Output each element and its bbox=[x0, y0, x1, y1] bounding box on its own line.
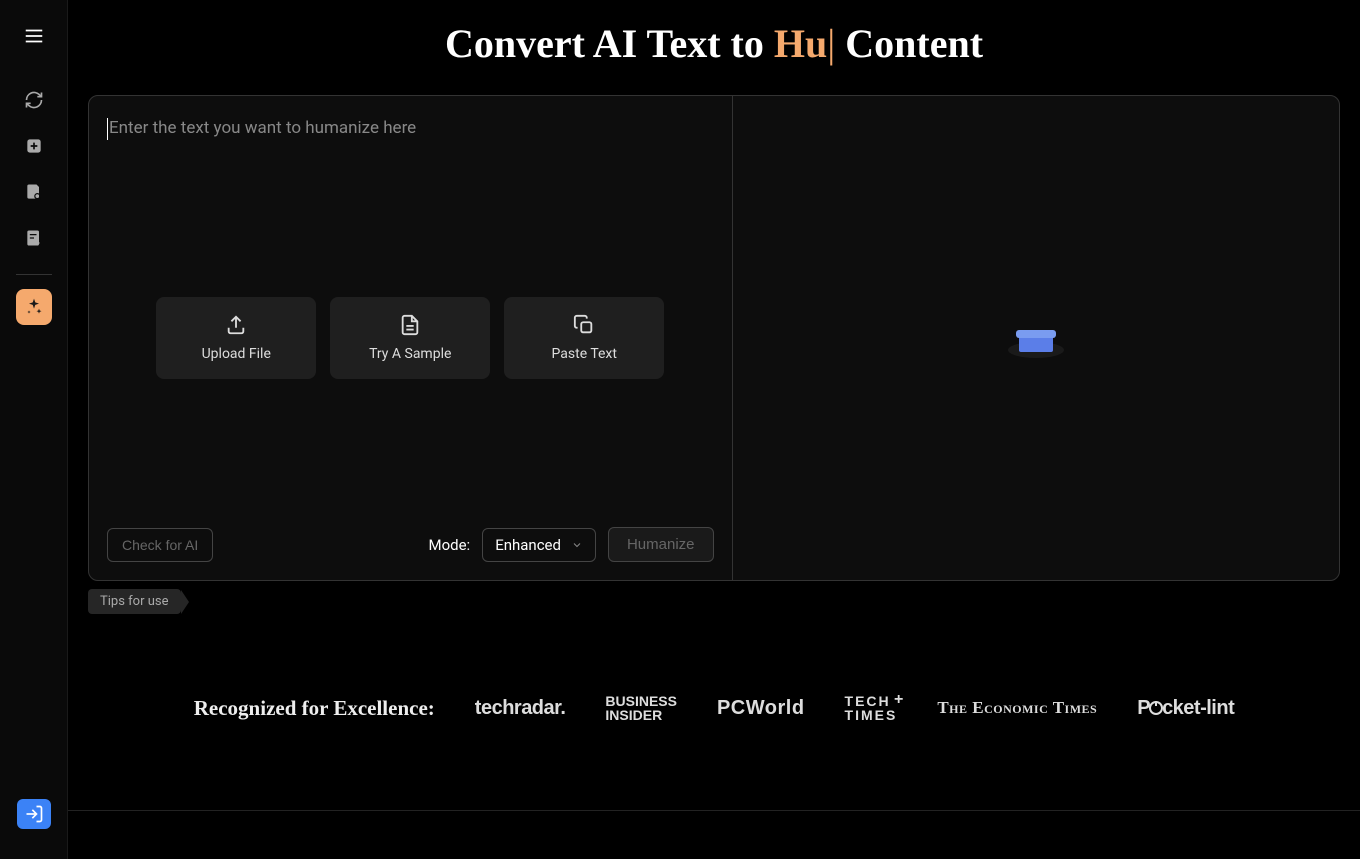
recognized-label: Recognized for Excellence: bbox=[194, 696, 435, 721]
input-panel[interactable]: Enter the text you want to humanize here… bbox=[89, 96, 733, 580]
main-content: Convert AI Text to Hu| Content Enter the… bbox=[68, 0, 1360, 859]
conversion-panels: Enter the text you want to humanize here… bbox=[88, 95, 1340, 581]
mode-select[interactable]: Enhanced bbox=[482, 528, 596, 562]
sidebar-nav-create[interactable] bbox=[16, 128, 52, 164]
output-panel bbox=[733, 96, 1340, 580]
mode-selected-value: Enhanced bbox=[495, 536, 561, 554]
check-ai-button[interactable]: Check for AI bbox=[107, 528, 213, 562]
sparkle-icon bbox=[24, 297, 44, 317]
login-icon bbox=[24, 804, 44, 824]
refresh-icon bbox=[24, 90, 44, 110]
sidebar-divider bbox=[16, 274, 52, 275]
text-cursor bbox=[107, 118, 108, 140]
input-panel-footer: Check for AI Mode: Enhanced Humanize bbox=[107, 527, 714, 562]
empty-state-illustration bbox=[1006, 318, 1066, 358]
document-search-icon bbox=[24, 182, 44, 202]
bottom-divider bbox=[68, 810, 1360, 811]
sidebar-nav-rewrite[interactable] bbox=[16, 82, 52, 118]
mode-label: Mode: bbox=[428, 536, 470, 554]
plus-square-icon bbox=[24, 136, 44, 156]
power-icon bbox=[1149, 701, 1163, 715]
title-prefix: Convert AI Text to bbox=[445, 21, 774, 66]
page-title: Convert AI Text to Hu| Content bbox=[68, 20, 1360, 67]
paste-label: Paste Text bbox=[552, 346, 617, 362]
hamburger-icon bbox=[23, 25, 45, 47]
chevron-down-icon bbox=[571, 539, 583, 551]
copy-icon bbox=[573, 314, 595, 336]
brand-techtimes: TECH+TIMES bbox=[845, 694, 898, 722]
brand-business-insider: BUSINESSINSIDER bbox=[605, 694, 677, 722]
sidebar-nav-summarize[interactable] bbox=[16, 220, 52, 256]
paste-text-button[interactable]: Paste Text bbox=[504, 297, 664, 379]
sidebar-nav-humanize[interactable] bbox=[16, 289, 52, 325]
upload-file-button[interactable]: Upload File bbox=[156, 297, 316, 379]
document-icon bbox=[399, 314, 421, 336]
sidebar-nav-detect[interactable] bbox=[16, 174, 52, 210]
sample-label: Try A Sample bbox=[369, 346, 451, 362]
recognized-section: Recognized for Excellence: techradar. BU… bbox=[68, 694, 1360, 722]
brand-pcworld: PCWorld bbox=[717, 697, 805, 720]
brand-economic-times: The Economic Times bbox=[937, 698, 1097, 718]
login-button[interactable] bbox=[17, 799, 51, 829]
brand-pocketlint: Pcket-lint bbox=[1137, 697, 1234, 720]
sidebar bbox=[0, 0, 68, 859]
title-suffix: Content bbox=[835, 21, 983, 66]
try-sample-button[interactable]: Try A Sample bbox=[330, 297, 490, 379]
upload-label: Upload File bbox=[202, 346, 271, 362]
input-action-cards: Upload File Try A Sample Paste Text bbox=[156, 297, 664, 379]
upload-icon bbox=[225, 314, 247, 336]
input-placeholder: Enter the text you want to humanize here bbox=[109, 118, 416, 138]
footer-right: Mode: Enhanced Humanize bbox=[428, 527, 713, 562]
tips-badge[interactable]: Tips for use bbox=[88, 589, 181, 614]
brand-techradar: techradar. bbox=[475, 697, 566, 720]
sidebar-bottom bbox=[17, 799, 51, 829]
document-edit-icon bbox=[24, 228, 44, 248]
title-typed: Hu bbox=[774, 21, 827, 66]
menu-toggle-button[interactable] bbox=[16, 18, 52, 54]
humanize-button[interactable]: Humanize bbox=[608, 527, 714, 562]
